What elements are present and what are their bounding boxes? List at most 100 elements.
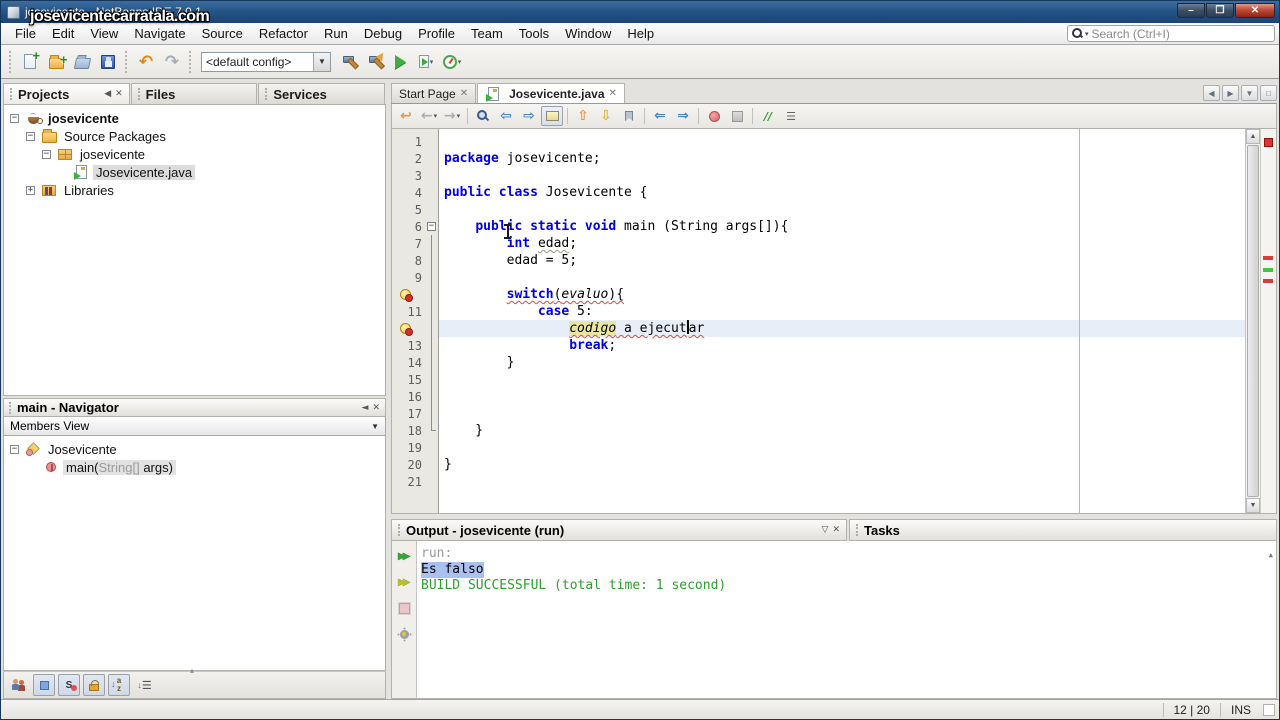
find-next-button[interactable]: ⇨ bbox=[518, 106, 540, 126]
close-tab-icon[interactable]: ✕ bbox=[460, 88, 468, 99]
ant-settings-button[interactable] bbox=[395, 625, 413, 643]
menu-edit[interactable]: Edit bbox=[44, 24, 82, 43]
menu-source[interactable]: Source bbox=[194, 24, 251, 43]
code-line-14[interactable]: } bbox=[439, 354, 1245, 371]
error-status-indicator[interactable] bbox=[1264, 138, 1273, 147]
collapse-grip-icon[interactable]: ▴ bbox=[190, 666, 194, 675]
output-console[interactable]: run: Es falso BUILD SUCCESSFUL (total time… bbox=[417, 541, 1276, 698]
code-line-18[interactable]: } bbox=[439, 422, 1245, 439]
navigator-view-selector[interactable]: Members View ▼ bbox=[3, 417, 386, 436]
debug-project-button[interactable]: ▾ bbox=[413, 49, 439, 75]
tree-item-josevicente[interactable]: − josevicente bbox=[6, 145, 383, 163]
minimize-window-icon[interactable]: ◀ bbox=[104, 89, 111, 99]
tree-item-josevicente[interactable]: − josevicente bbox=[6, 109, 383, 127]
find-previous-button[interactable]: ⇦ bbox=[495, 106, 517, 126]
output-window-tab[interactable]: Output - josevicente (run) ▽ ✕ bbox=[391, 519, 847, 541]
error-stripe-mark[interactable] bbox=[1263, 279, 1273, 283]
comment-button[interactable]: ∕∕ bbox=[757, 106, 779, 126]
back-button[interactable]: ← ▾ bbox=[418, 106, 440, 126]
redo-button[interactable] bbox=[159, 49, 185, 75]
quick-search-box[interactable]: ▾ bbox=[1067, 25, 1275, 42]
tree-item-josevicente-java[interactable]: Josevicente.java bbox=[6, 163, 383, 181]
editor-tab-start-page[interactable]: Start Page ✕ bbox=[391, 83, 477, 103]
editor-vertical-scrollbar[interactable]: ▲ ▼ bbox=[1245, 129, 1260, 513]
code-editor[interactable]: 1 2 3 4 5 6−7 8 9 11 13 14 15 16 17 18 19 20 21 package j… bbox=[391, 129, 1277, 514]
code-line-2[interactable]: package josevicente; bbox=[439, 150, 1245, 167]
menu-run[interactable]: Run bbox=[316, 24, 356, 43]
menu-view[interactable]: View bbox=[82, 24, 126, 43]
maximize-window-button[interactable]: □ bbox=[1260, 85, 1277, 101]
show-inherited-members-button[interactable] bbox=[8, 674, 30, 696]
rerun-with-parameters-button[interactable]: ▶▶ bbox=[395, 573, 413, 591]
code-line-21[interactable] bbox=[439, 473, 1245, 490]
new-project-button[interactable]: + bbox=[43, 49, 69, 75]
tab-list-button[interactable]: ▼ bbox=[1241, 85, 1258, 101]
code-line-9[interactable] bbox=[439, 269, 1245, 286]
menu-file[interactable]: File bbox=[7, 24, 44, 43]
code-line-12[interactable]: codigo a ejecut ar bbox=[439, 320, 1245, 337]
close-window-icon[interactable]: ✕ bbox=[832, 525, 840, 535]
code-line-1[interactable] bbox=[439, 133, 1245, 150]
error-stripe-mark[interactable] bbox=[1263, 268, 1273, 272]
code-line-13[interactable]: break; bbox=[439, 337, 1245, 354]
tasks-window-tab[interactable]: Tasks bbox=[849, 519, 1277, 541]
code-line-15[interactable] bbox=[439, 371, 1245, 388]
collapse-icon[interactable]: − bbox=[10, 444, 19, 454]
error-hint-bulb-icon[interactable] bbox=[400, 322, 413, 336]
toggle-bookmark-button[interactable] bbox=[618, 106, 640, 126]
minimize-window-icon[interactable]: ◄ bbox=[362, 403, 369, 413]
show-static-members-button[interactable]: S bbox=[58, 674, 80, 696]
clean-build-project-button[interactable] bbox=[361, 49, 387, 75]
code-line-20[interactable]: } bbox=[439, 456, 1245, 473]
panel-tab-files[interactable]: Files bbox=[130, 83, 258, 104]
start-macro-recording-button[interactable] bbox=[703, 106, 725, 126]
restore-button[interactable]: ❐ bbox=[1206, 3, 1234, 18]
find-selection-button[interactable] bbox=[472, 106, 494, 126]
uncomment-button[interactable]: ☰ bbox=[780, 106, 802, 126]
show-fields-button[interactable] bbox=[33, 674, 55, 696]
minimize-window-icon[interactable]: ▽ bbox=[822, 525, 829, 535]
run-project-button[interactable] bbox=[387, 49, 413, 75]
navigator-member[interactable]: − Josevicente bbox=[6, 440, 383, 458]
code-line-7[interactable]: int edad; bbox=[439, 235, 1245, 252]
fold-collapse-icon[interactable]: − bbox=[427, 222, 436, 231]
code-text[interactable]: package josevicente; public class Josevi… bbox=[439, 129, 1245, 513]
collapse-icon[interactable]: − bbox=[26, 131, 35, 141]
collapse-icon[interactable]: − bbox=[10, 113, 19, 123]
navigator-member[interactable]: main(String[] args) bbox=[6, 458, 383, 476]
code-line-3[interactable] bbox=[439, 167, 1245, 184]
previous-bookmark-button[interactable]: ⇧ bbox=[572, 106, 594, 126]
scroll-tabs-right-button[interactable]: ▶ bbox=[1222, 85, 1239, 101]
show-non-public-members-button[interactable] bbox=[83, 674, 105, 696]
error-hint-bulb-icon[interactable] bbox=[400, 288, 413, 302]
editor-tab-josevicente-java[interactable]: Josevicente.java ✕ bbox=[477, 83, 625, 103]
profile-project-button[interactable]: ▾ bbox=[439, 49, 465, 75]
search-dropdown-icon[interactable]: ▾ bbox=[1085, 30, 1089, 38]
code-line-19[interactable] bbox=[439, 439, 1245, 456]
menu-team[interactable]: Team bbox=[463, 24, 511, 43]
code-line-6[interactable]: public static void main (String args[]){ bbox=[439, 218, 1245, 235]
code-line-17[interactable] bbox=[439, 405, 1245, 422]
menu-debug[interactable]: Debug bbox=[356, 24, 410, 43]
close-tab-icon[interactable]: ✕ bbox=[609, 88, 617, 99]
scrollbar-thumb[interactable] bbox=[1247, 145, 1259, 497]
menu-navigate[interactable]: Navigate bbox=[126, 24, 193, 43]
menu-profile[interactable]: Profile bbox=[410, 24, 463, 43]
open-project-button[interactable] bbox=[69, 49, 95, 75]
rerun-button[interactable]: ▶▶ bbox=[395, 547, 413, 565]
stop-build-button[interactable] bbox=[395, 599, 413, 617]
code-line-11[interactable]: case 5: bbox=[439, 303, 1245, 320]
build-project-button[interactable] bbox=[335, 49, 361, 75]
next-bookmark-button[interactable]: ⇩ bbox=[595, 106, 617, 126]
error-stripe[interactable] bbox=[1260, 129, 1276, 513]
code-line-10[interactable]: switch(evaluo){ bbox=[439, 286, 1245, 303]
minimize-button[interactable]: – bbox=[1177, 3, 1205, 18]
code-line-16[interactable] bbox=[439, 388, 1245, 405]
scroll-down-icon[interactable]: ▼ bbox=[1246, 498, 1260, 513]
code-line-8[interactable]: edad = 5; bbox=[439, 252, 1245, 269]
menu-help[interactable]: Help bbox=[619, 24, 662, 43]
sort-by-source-button[interactable]: ↓ ☰ bbox=[133, 674, 155, 696]
search-input[interactable] bbox=[1091, 26, 1270, 41]
forward-button[interactable]: → ▾ bbox=[441, 106, 463, 126]
close-window-icon[interactable]: ✕ bbox=[115, 89, 123, 99]
